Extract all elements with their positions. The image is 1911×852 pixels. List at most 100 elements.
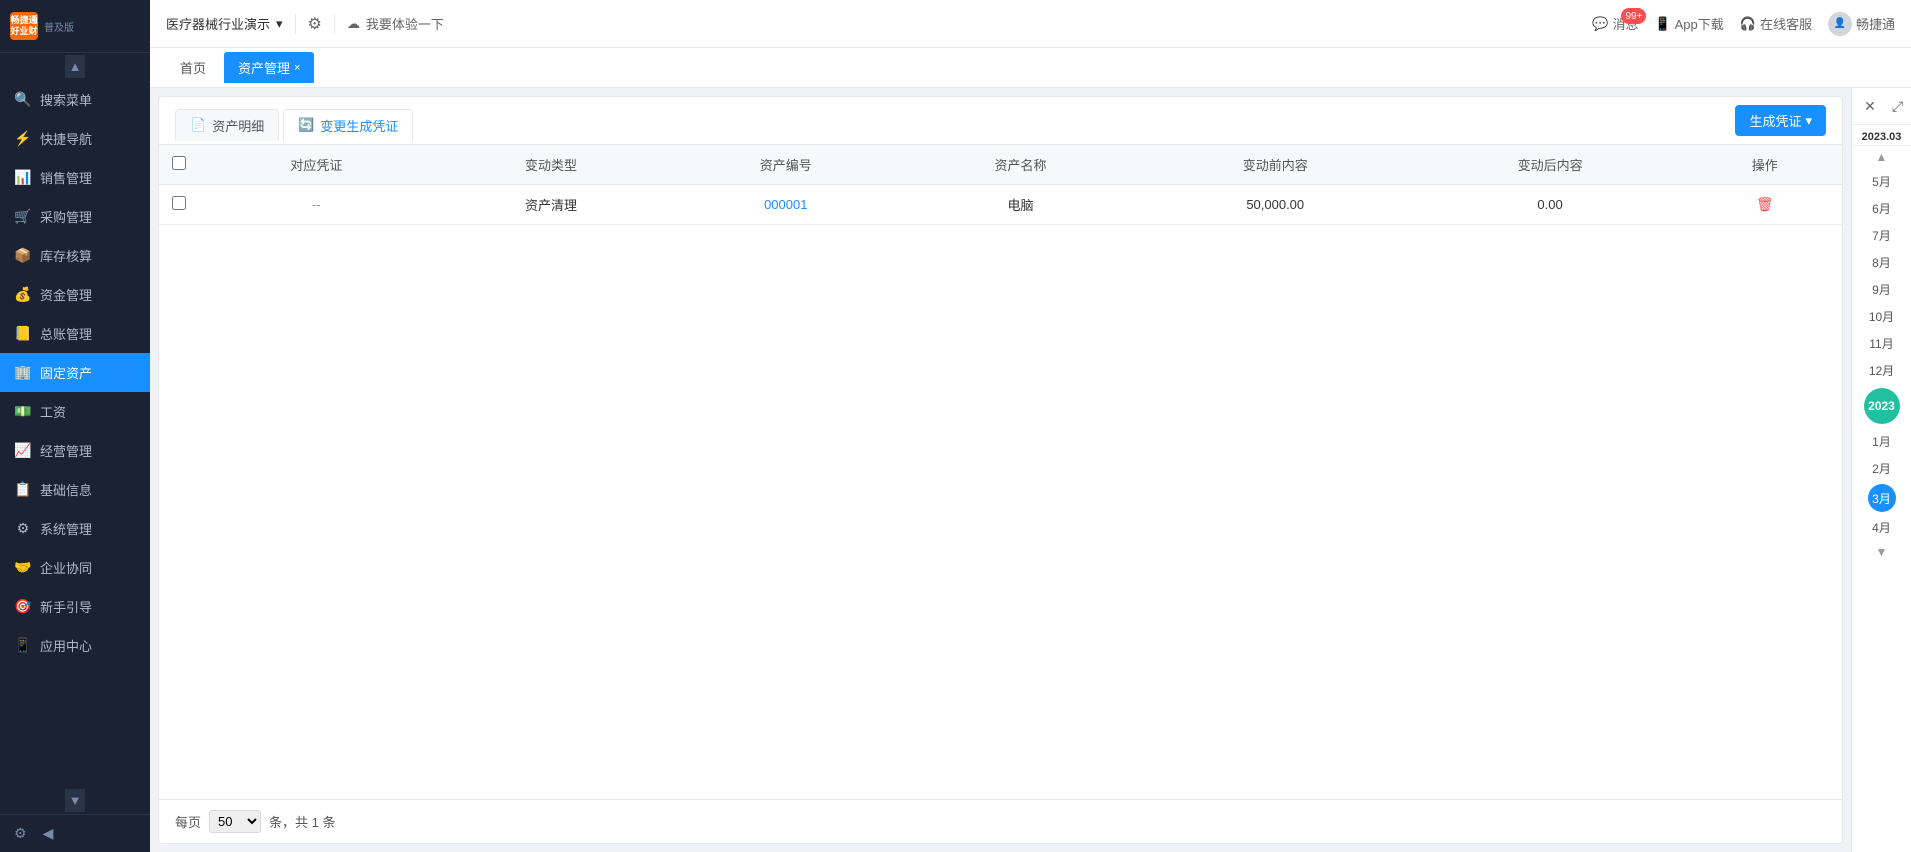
experience-label: 我要体验一下 [366, 14, 444, 33]
cell-action: 🗑 [1688, 185, 1843, 225]
ym-2023-month-3[interactable]: 3月 [1868, 484, 1896, 512]
table-container: 对应凭证 变动类型 资产编号 资产名称 变动前内容 变动后内容 操作 [159, 145, 1842, 799]
table-body: -- 资产清理 000001 电脑 50,000.00 0.00 🗑 [159, 185, 1842, 225]
sidebar-item-quick-nav[interactable]: ⚡ 快捷导航 [0, 119, 150, 158]
ym-month-8[interactable]: 8月 [1852, 249, 1911, 276]
row-checkbox-cell [159, 185, 199, 225]
delete-icon[interactable]: 🗑 [1756, 196, 1774, 212]
ym-current-label: 2023.03 [1852, 125, 1911, 146]
topbar: 医疗器械行业演示 ▾ ⚙ ☁ 我要体验一下 💬 消息 99+ 📱 App下载 🎧… [150, 0, 1911, 48]
sidebar-scroll-down[interactable]: ▼ [65, 789, 86, 812]
asset-id-value[interactable]: 000001 [764, 197, 807, 212]
ym-month-5[interactable]: 5月 [1852, 168, 1911, 195]
sidebar-item-label: 库存核算 [40, 246, 92, 265]
sidebar-item-label: 固定资产 [40, 363, 92, 382]
collapse-icon[interactable]: ◀ [43, 825, 54, 842]
select-all-checkbox[interactable] [172, 156, 186, 170]
sidebar-item-basic-info[interactable]: 📋 基础信息 [0, 470, 150, 509]
sidebar-item-label: 系统管理 [40, 519, 92, 538]
sales-icon: 📊 [14, 169, 32, 187]
search-icon: 🔍 [14, 91, 32, 109]
ym-month-12[interactable]: 12月 [1852, 357, 1911, 384]
generate-voucher-button[interactable]: 生成凭证 ▾ [1735, 105, 1826, 136]
ym-month-6[interactable]: 6月 [1852, 195, 1911, 222]
select-all-header [159, 145, 199, 185]
company-selector[interactable]: 医疗器械行业演示 ▾ [166, 14, 283, 33]
customer-service-button[interactable]: 🎧 在线客服 [1740, 14, 1812, 33]
sidebar-item-search[interactable]: 🔍 搜索菜单 [0, 80, 150, 119]
customer-service-label: 在线客服 [1760, 14, 1812, 33]
sidebar-item-system[interactable]: ⚙ 系统管理 [0, 509, 150, 548]
company-dropdown-icon: ▾ [276, 16, 283, 32]
sidebar-menu: 🔍 搜索菜单 ⚡ 快捷导航 📊 销售管理 🛒 采购管理 📦 库存核算 💰 资金管… [0, 80, 150, 787]
sidebar-item-inventory[interactable]: 📦 库存核算 [0, 236, 150, 275]
settings-icon[interactable]: ⚙ [14, 825, 27, 842]
ym-2023-month-1[interactable]: 1月 [1852, 428, 1911, 455]
sidebar-item-guide[interactable]: 🎯 新手引导 [0, 587, 150, 626]
subtabs-bar: 📄 资产明细 🔄 变更生成凭证 生成凭证 ▾ [159, 97, 1842, 145]
app-download-button[interactable]: 📱 App下载 [1654, 14, 1723, 33]
subtab-asset-detail[interactable]: 📄 资产明细 [175, 109, 279, 141]
sidebar-item-label: 快捷导航 [40, 129, 92, 148]
tab-home[interactable]: 首页 [166, 52, 220, 83]
ledger-icon: 📒 [14, 325, 32, 343]
col-action: 操作 [1688, 145, 1843, 185]
user-menu[interactable]: 👤 畅捷通 [1828, 12, 1895, 36]
sidebar-item-enterprise[interactable]: 🤝 企业协同 [0, 548, 150, 587]
logo-icon: 畅捷通好业财 [10, 12, 38, 40]
sidebar-item-sales[interactable]: 📊 销售管理 [0, 158, 150, 197]
sidebar-item-funds[interactable]: 💰 资金管理 [0, 275, 150, 314]
ym-scroll-down[interactable]: ▼ [1852, 541, 1911, 563]
funds-icon: 💰 [14, 286, 32, 304]
subtab-change-voucher[interactable]: 🔄 变更生成凭证 [283, 109, 413, 141]
per-page-select[interactable]: 50 20 100 [209, 810, 261, 833]
subtab-change-voucher-label: 变更生成凭证 [320, 116, 398, 135]
ym-month-10[interactable]: 10月 [1852, 303, 1911, 330]
sidebar-item-operations[interactable]: 📈 经营管理 [0, 431, 150, 470]
sidebar-item-label: 应用中心 [40, 636, 92, 655]
ym-month-9[interactable]: 9月 [1852, 276, 1911, 303]
sidebar-item-label: 总账管理 [40, 324, 92, 343]
company-name: 医疗器械行业演示 [166, 14, 270, 33]
change-voucher-icon: 🔄 [298, 117, 314, 133]
ym-2023-month-2[interactable]: 2月 [1852, 455, 1911, 482]
app-download-label: App下载 [1675, 14, 1724, 33]
ym-month-7[interactable]: 7月 [1852, 222, 1911, 249]
col-after: 变动后内容 [1413, 145, 1688, 185]
sidebar-item-label: 销售管理 [40, 168, 92, 187]
cell-asset-id: 000001 [668, 185, 903, 225]
row-checkbox[interactable] [172, 196, 186, 210]
sidebar-item-fixed-assets[interactable]: 🏢 固定资产 [0, 353, 150, 392]
message-icon: 💬 [1592, 16, 1608, 32]
tab-close-icon[interactable]: × [294, 62, 300, 74]
system-icon: ⚙ [14, 520, 32, 538]
cell-asset-name: 电脑 [903, 185, 1138, 225]
experience-button[interactable]: ☁ 我要体验一下 [347, 14, 444, 33]
ym-month-11[interactable]: 11月 [1852, 330, 1911, 357]
sidebar-item-salary[interactable]: 💵 工资 [0, 392, 150, 431]
sidebar-item-app-center[interactable]: 📱 应用中心 [0, 626, 150, 665]
topbar-gear-icon[interactable]: ⚙ [308, 14, 322, 34]
basic-info-icon: 📋 [14, 481, 32, 499]
ym-scroll-up[interactable]: ▲ [1852, 146, 1911, 168]
pagination-bar: 每页 50 20 100 条，共 1 条 [159, 799, 1842, 843]
table-row: -- 资产清理 000001 电脑 50,000.00 0.00 🗑 [159, 185, 1842, 225]
content-area: 📄 资产明细 🔄 变更生成凭证 生成凭证 ▾ [150, 88, 1911, 852]
panel-expand-button[interactable]: ⤢ [1888, 94, 1907, 119]
cell-change-type: 资产清理 [434, 185, 669, 225]
sidebar-scroll-up[interactable]: ▲ [65, 55, 86, 78]
sidebar-item-ledger[interactable]: 📒 总账管理 [0, 314, 150, 353]
topbar-divider [295, 14, 296, 34]
message-button[interactable]: 💬 消息 99+ [1592, 14, 1638, 33]
tab-asset-management[interactable]: 资产管理 × [224, 52, 314, 83]
ym-2023-month-4[interactable]: 4月 [1852, 514, 1911, 541]
panel-close-button[interactable]: ✕ [1856, 92, 1884, 120]
edition-label: 普及版 [44, 19, 74, 34]
enterprise-icon: 🤝 [14, 559, 32, 577]
subtab-asset-detail-label: 资产明细 [212, 116, 264, 135]
asset-tab-label: 资产管理 [238, 58, 290, 77]
ym-year-2023[interactable]: 2023 [1864, 388, 1900, 424]
sidebar-item-purchase[interactable]: 🛒 采购管理 [0, 197, 150, 236]
cell-before: 50,000.00 [1138, 185, 1413, 225]
voucher-value: -- [312, 197, 321, 212]
